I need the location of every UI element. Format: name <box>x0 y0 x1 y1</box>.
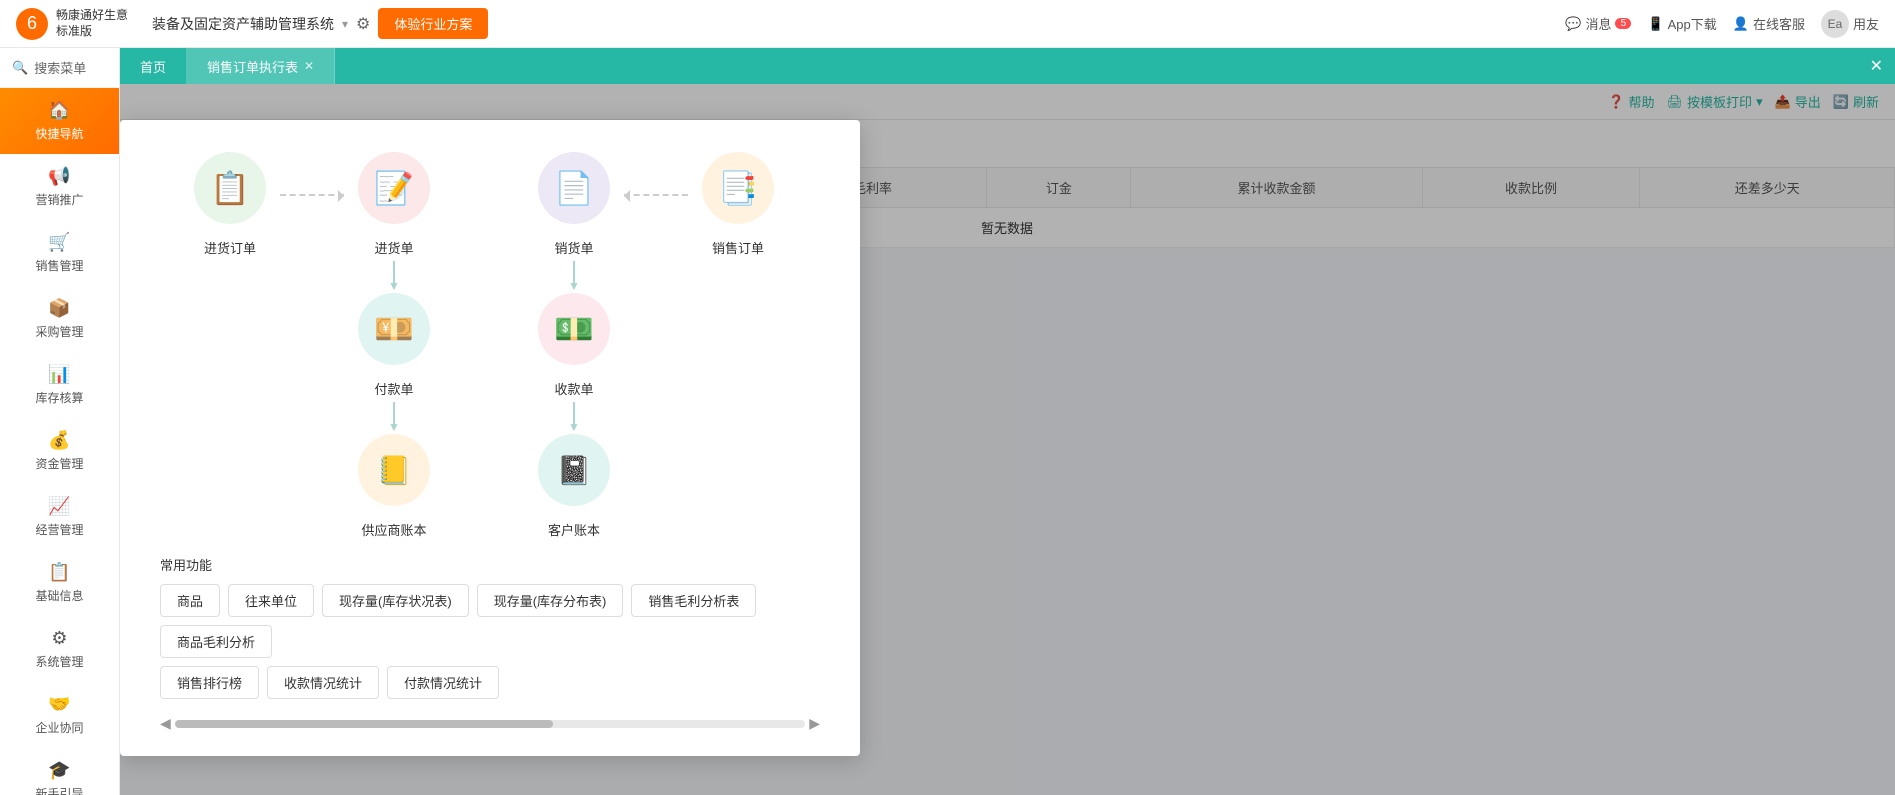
logo-icon: 6 <box>16 8 48 40</box>
common-funcs-title: 常用功能 <box>160 555 820 574</box>
sales-icon: 🛒 <box>48 232 70 253</box>
func-btn-receipt-stats[interactable]: 收款情况统计 <box>267 666 379 699</box>
avatar: Ea <box>1821 10 1849 38</box>
sidebar-item-collab[interactable]: 🤝 企业协同 <box>0 682 119 748</box>
sidebar-item-inventory[interactable]: 📊 库存核算 <box>0 352 119 418</box>
search-menu[interactable]: 🔍 搜索菜单 <box>0 48 119 88</box>
sidebar-item-purchase[interactable]: 📦 采购管理 <box>0 286 119 352</box>
main-area: 首页 销售订单执行表 ✕ ✕ ❓ 帮助 🖨 按模板打印 ▾ 📤 导出 <box>120 48 1895 795</box>
func-btns-row2: 销售排行榜 收款情况统计 付款情况统计 <box>160 666 820 699</box>
app-icon: 📱 <box>1647 16 1663 32</box>
modal-overlay[interactable]: 📋 进货订单 📝 进货单 <box>120 84 1895 795</box>
system-title: 装备及固定资产辅助管理系统 ▾ ⚙ 体验行业方案 <box>152 8 1565 39</box>
tab-bar: 首页 销售订单执行表 ✕ ✕ <box>120 48 1895 84</box>
guide-icon: 🎓 <box>48 760 70 781</box>
node-supplier-ledger[interactable]: 📒 供应商账本 <box>344 434 444 539</box>
sidebar-item-system[interactable]: ⚙ 系统管理 <box>0 616 119 682</box>
modal-scrollbar: ◀ ▶ <box>160 715 820 732</box>
sidebar-item-quick-nav[interactable]: 🏠 快捷导航 <box>0 88 119 154</box>
modal-dialog: 📋 进货订单 📝 进货单 <box>120 120 860 756</box>
scrollbar-thumb <box>175 720 553 728</box>
tab-home[interactable]: 首页 <box>120 48 187 84</box>
info-icon: 📋 <box>48 562 70 583</box>
sidebar-item-guide[interactable]: 🎓 新手引导 <box>0 748 119 795</box>
finance-icon: 💰 <box>48 430 70 451</box>
sidebar-item-finance[interactable]: 💰 资金管理 <box>0 418 119 484</box>
node-payment[interactable]: 💴 付款单 <box>344 293 444 398</box>
message-icon: 💬 <box>1565 16 1581 32</box>
operations-icon: 📈 <box>48 496 70 517</box>
experience-button[interactable]: 体验行业方案 <box>378 8 488 39</box>
marketing-icon: 📢 <box>48 166 70 187</box>
common-functions: 常用功能 商品 往来单位 现存量(库存状况表) 现存量(库存分布表) 销售毛利分… <box>160 555 820 699</box>
collab-icon: 🤝 <box>48 694 70 715</box>
inventory-icon: 📊 <box>48 364 70 385</box>
scroll-right-icon[interactable]: ▶ <box>809 715 820 732</box>
func-btn-product[interactable]: 商品 <box>160 584 220 617</box>
sidebar-item-basic-info[interactable]: 📋 基础信息 <box>0 550 119 616</box>
system-icon: ⚙ <box>51 628 67 649</box>
close-all-tabs-button[interactable]: ✕ <box>1870 56 1895 76</box>
sidebar-item-sales[interactable]: 🛒 销售管理 <box>0 220 119 286</box>
func-btn-sales-rank[interactable]: 销售排行榜 <box>160 666 259 699</box>
service-icon: 👤 <box>1733 16 1749 32</box>
app-download-button[interactable]: 📱 App下载 <box>1647 14 1716 33</box>
content-area: ❓ 帮助 🖨 按模板打印 ▾ 📤 导出 🔄 刷新 📅 单据状态 <box>120 84 1895 795</box>
func-btn-sales-margin[interactable]: 销售毛利分析表 <box>631 584 756 617</box>
sidebar: 🔍 搜索菜单 🏠 快捷导航 📢 营销推广 🛒 销售管理 📦 采购管理 📊 库存核… <box>0 48 120 795</box>
func-btns-row1: 商品 往来单位 现存量(库存状况表) 现存量(库存分布表) 销售毛利分析表 商品… <box>160 584 820 658</box>
online-service-button[interactable]: 👤 在线客服 <box>1733 14 1805 33</box>
sidebar-item-marketing[interactable]: 📢 营销推广 <box>0 154 119 220</box>
node-customer-ledger[interactable]: 📓 客户账本 <box>524 434 624 539</box>
purchase-icon: 📦 <box>48 298 70 319</box>
tab-sales-order[interactable]: 销售订单执行表 ✕ <box>187 48 335 84</box>
sidebar-item-operations[interactable]: 📈 经营管理 <box>0 484 119 550</box>
node-sales-order[interactable]: 📑 销售订单 <box>688 152 788 257</box>
settings-icon[interactable]: ⚙ <box>356 14 370 34</box>
top-bar: 6 畅康通好生意 标准版 装备及固定资产辅助管理系统 ▾ ⚙ 体验行业方案 💬 … <box>0 0 1895 48</box>
node-purchase-order[interactable]: 📋 进货订单 <box>180 152 280 257</box>
tab-close-icon[interactable]: ✕ <box>304 59 314 73</box>
logo-area: 6 畅康通好生意 标准版 <box>16 8 136 40</box>
node-sales[interactable]: 📄 销货单 <box>524 152 624 257</box>
logo-text: 畅康通好生意 标准版 <box>56 8 128 39</box>
dropdown-arrow-icon[interactable]: ▾ <box>342 17 348 31</box>
user-menu[interactable]: Ea 用友 <box>1821 10 1879 38</box>
message-badge: 5 <box>1615 18 1631 29</box>
home-icon: 🏠 <box>48 100 70 121</box>
top-right: 💬 消息 5 📱 App下载 👤 在线客服 Ea 用友 <box>1565 10 1879 38</box>
func-btn-counterpart[interactable]: 往来单位 <box>228 584 314 617</box>
search-icon: 🔍 <box>12 60 28 76</box>
func-btn-stock-status[interactable]: 现存量(库存状况表) <box>322 584 469 617</box>
scrollbar-track[interactable] <box>175 720 805 728</box>
message-button[interactable]: 💬 消息 5 <box>1565 14 1631 33</box>
node-receipt[interactable]: 💵 收款单 <box>524 293 624 398</box>
scroll-left-icon[interactable]: ◀ <box>160 715 171 732</box>
func-btn-stock-dist[interactable]: 现存量(库存分布表) <box>477 584 624 617</box>
func-btn-product-margin[interactable]: 商品毛利分析 <box>160 625 272 658</box>
node-purchase[interactable]: 📝 进货单 <box>344 152 444 257</box>
func-btn-payment-stats[interactable]: 付款情况统计 <box>387 666 499 699</box>
